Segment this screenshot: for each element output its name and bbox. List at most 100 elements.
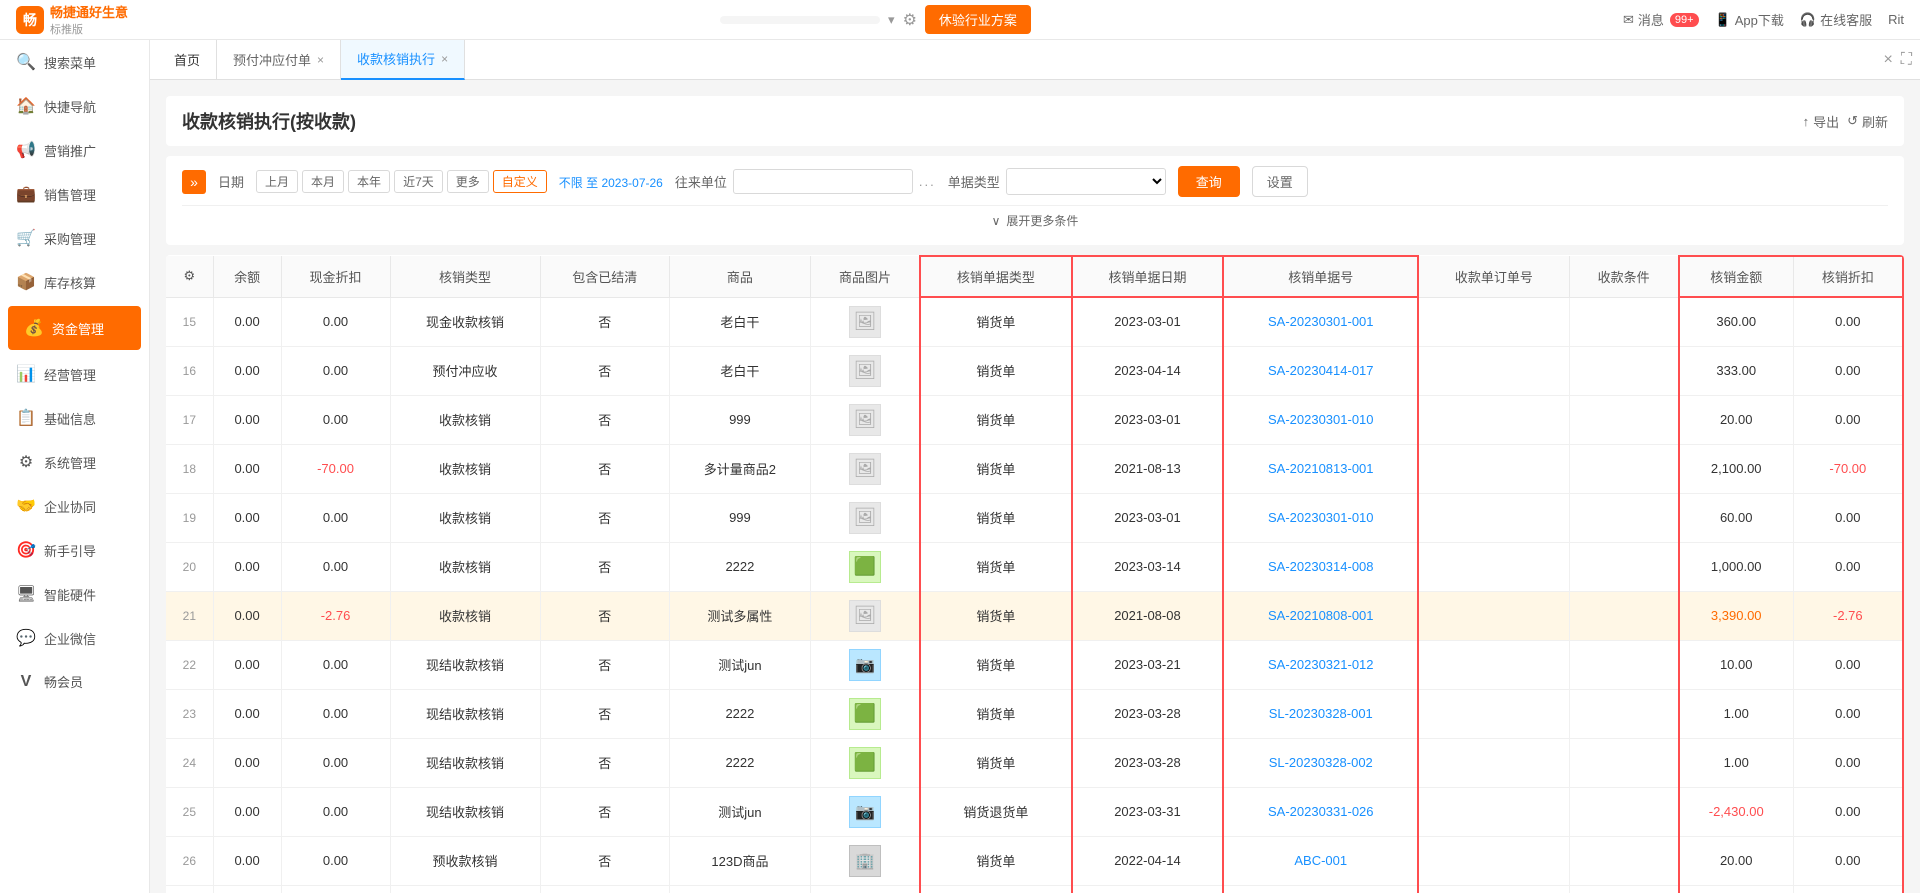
cell-cash-discount: 0.00 — [281, 738, 390, 787]
cell-receipt-condition — [1569, 346, 1679, 395]
sidebar-label-finance: 资金管理 — [52, 319, 104, 338]
cell-writeoff-type: 现结收款核销 — [390, 689, 540, 738]
cell-writeoff-slip-no[interactable]: SA-20210813-001 — [1223, 444, 1418, 493]
cell-writeoff-slip-no[interactable]: SA-20230321-012 — [1223, 640, 1418, 689]
cell-balance: 0.00 — [213, 738, 281, 787]
cell-writeoff-slip-type: 销货单 — [920, 640, 1072, 689]
cell-writeoff-discount: 0.00 — [1793, 542, 1903, 591]
filter-sliptype-label: 单据类型 — [948, 172, 1000, 191]
cell-receipt-order-no — [1418, 836, 1569, 885]
cell-writeoff-type: 现结收款核销 — [390, 640, 540, 689]
filter-7days[interactable]: 近7天 — [394, 170, 443, 193]
cell-writeoff-slip-no[interactable]: SA-20230301-010 — [1223, 395, 1418, 444]
top-bar-left: 畅 畅捷通好生意 标推版 — [16, 2, 128, 37]
filter-more[interactable]: 更多 — [447, 170, 489, 193]
sidebar-item-purchase[interactable]: 🛒 采购管理 — [0, 216, 149, 260]
company-selector[interactable] — [720, 16, 880, 24]
cell-receipt-condition — [1569, 444, 1679, 493]
user-item[interactable]: Rit — [1888, 12, 1904, 27]
dropdown-icon[interactable]: ▾ — [888, 12, 895, 28]
cell-goods-image: 🖼 — [810, 444, 920, 493]
sidebar-item-vip[interactable]: V 畅会员 — [0, 660, 149, 703]
filter-last-month[interactable]: 上月 — [256, 170, 298, 193]
filter-sliptype-field: 单据类型 — [948, 168, 1166, 195]
sidebar-item-sales[interactable]: 💼 销售管理 — [0, 172, 149, 216]
cell-writeoff-slip-date: 2023-03-14 — [1072, 542, 1224, 591]
cell-writeoff-type: 收款核销 — [390, 542, 540, 591]
tab-home[interactable]: 首页 — [158, 40, 217, 80]
sidebar-item-basic[interactable]: 📋 基础信息 — [0, 396, 149, 440]
top-bar: 畅 畅捷通好生意 标推版 ▾ ⚙ 休验行业方案 ✉ 消息 99+ 📱 App下载… — [0, 0, 1920, 40]
col-goods-image: 商品图片 — [810, 256, 920, 297]
cell-include-settled: 否 — [540, 689, 669, 738]
cell-writeoff-slip-no[interactable]: SL-20230328-001 — [1223, 689, 1418, 738]
cell-cash-discount: 0.00 — [281, 346, 390, 395]
sidebar-item-operations[interactable]: 📊 经营管理 — [0, 352, 149, 396]
page-header-actions: ↑ 导出 ↺ 刷新 — [1803, 112, 1888, 131]
tab-close-all-button[interactable]: × — [1883, 51, 1892, 69]
cell-receipt-order-no — [1418, 787, 1569, 836]
query-button[interactable]: 查询 — [1178, 166, 1240, 197]
sidebar-item-smart[interactable]: 🖥 智能硬件 — [0, 572, 149, 616]
sidebar-item-finance[interactable]: 💰 资金管理 — [8, 306, 141, 350]
sidebar-item-wechat[interactable]: 💬 企业微信 — [0, 616, 149, 660]
sidebar-item-newbie[interactable]: 🎯 新手引导 — [0, 528, 149, 572]
tab-expand-button[interactable]: ⛶ — [1901, 51, 1912, 69]
export-icon: ↑ — [1803, 114, 1810, 129]
filter-expand-button[interactable]: » — [182, 170, 206, 194]
cell-include-settled: 否 — [540, 885, 669, 893]
filter-this-month[interactable]: 本月 — [302, 170, 344, 193]
sidebar-item-quick-nav[interactable]: 🏠 快捷导航 — [0, 84, 149, 128]
cell-writeoff-slip-no[interactable]: SA-20230331-026 — [1223, 787, 1418, 836]
cell-writeoff-slip-type: 销货单 — [920, 395, 1072, 444]
cell-writeoff-slip-no[interactable]: SL-20230408-001 — [1223, 885, 1418, 893]
cell-balance: 0.00 — [213, 591, 281, 640]
tab-receipt-close[interactable]: × — [441, 52, 448, 66]
cell-goods: 衣服00001 — [669, 885, 810, 893]
page-content: 收款核销执行(按收款) ↑ 导出 ↺ 刷新 » 日期 — [150, 80, 1920, 893]
filter-this-year[interactable]: 本年 — [348, 170, 390, 193]
cell-writeoff-slip-no[interactable]: SL-20230328-002 — [1223, 738, 1418, 787]
sidebar-item-collab[interactable]: 🤝 企业协同 — [0, 484, 149, 528]
cell-goods-image: 🟩 — [810, 738, 920, 787]
settings-icon[interactable]: ⚙ — [903, 10, 917, 30]
cell-writeoff-discount: -2.76 — [1793, 591, 1903, 640]
filter-counterparty-input[interactable] — [733, 169, 913, 194]
sidebar-item-search[interactable]: 🔍 搜索菜单 — [0, 40, 149, 84]
cell-row-num: 17 — [166, 395, 213, 444]
cell-writeoff-slip-no[interactable]: SA-20230301-010 — [1223, 493, 1418, 542]
cell-writeoff-slip-no[interactable]: SA-20230301-001 — [1223, 297, 1418, 346]
cell-include-settled: 否 — [540, 444, 669, 493]
message-item[interactable]: ✉ 消息 99+ — [1623, 10, 1699, 29]
sidebar-item-system[interactable]: ⚙ 系统管理 — [0, 440, 149, 484]
col-settings[interactable]: ⚙ — [166, 256, 213, 297]
app-download-item[interactable]: 📱 App下载 — [1715, 10, 1784, 29]
cell-writeoff-slip-no[interactable]: SA-20230414-017 — [1223, 346, 1418, 395]
sidebar-item-inventory[interactable]: 📦 库存核算 — [0, 260, 149, 304]
cell-goods-image: 🖼 — [810, 346, 920, 395]
cell-writeoff-slip-no[interactable]: SA-20230314-008 — [1223, 542, 1418, 591]
sidebar-item-marketing[interactable]: 📢 营销推广 — [0, 128, 149, 172]
tab-receipt[interactable]: 收款核销执行 × — [341, 40, 465, 80]
cell-writeoff-slip-no[interactable]: SA-20210808-001 — [1223, 591, 1418, 640]
expand-more-conditions[interactable]: ∨ 展开更多条件 — [182, 205, 1888, 235]
filter-custom[interactable]: 自定义 — [493, 170, 547, 193]
tab-prepay-close[interactable]: × — [317, 53, 324, 67]
online-service-item[interactable]: 🎧 在线客服 — [1800, 10, 1872, 29]
cell-writeoff-slip-type: 销货单 — [920, 297, 1072, 346]
filter-row: » 日期 上月 本月 本年 近7天 更多 自定义 不限 至 2023-07-26 — [182, 166, 1888, 197]
cell-goods-image: 🏢 — [810, 836, 920, 885]
table-row: 15 0.00 0.00 现金收款核销 否 老白干 🖼 销货单 2023-03-… — [166, 297, 1903, 346]
export-button[interactable]: ↑ 导出 — [1803, 112, 1840, 131]
industry-button[interactable]: 休验行业方案 — [925, 5, 1031, 34]
settings-button[interactable]: 设置 — [1252, 166, 1308, 197]
collab-icon: 🤝 — [16, 496, 36, 516]
cell-balance: 0.00 — [213, 493, 281, 542]
col-cash-discount: 现金折扣 — [281, 256, 390, 297]
tab-prepay[interactable]: 预付冲应付单 × — [217, 40, 341, 80]
cell-writeoff-slip-no[interactable]: ABC-001 — [1223, 836, 1418, 885]
refresh-button[interactable]: ↺ 刷新 — [1847, 112, 1888, 131]
sidebar-label-collab: 企业协同 — [44, 497, 96, 516]
filter-sliptype-select[interactable] — [1006, 168, 1166, 195]
cell-cash-discount: 0.00 — [281, 297, 390, 346]
